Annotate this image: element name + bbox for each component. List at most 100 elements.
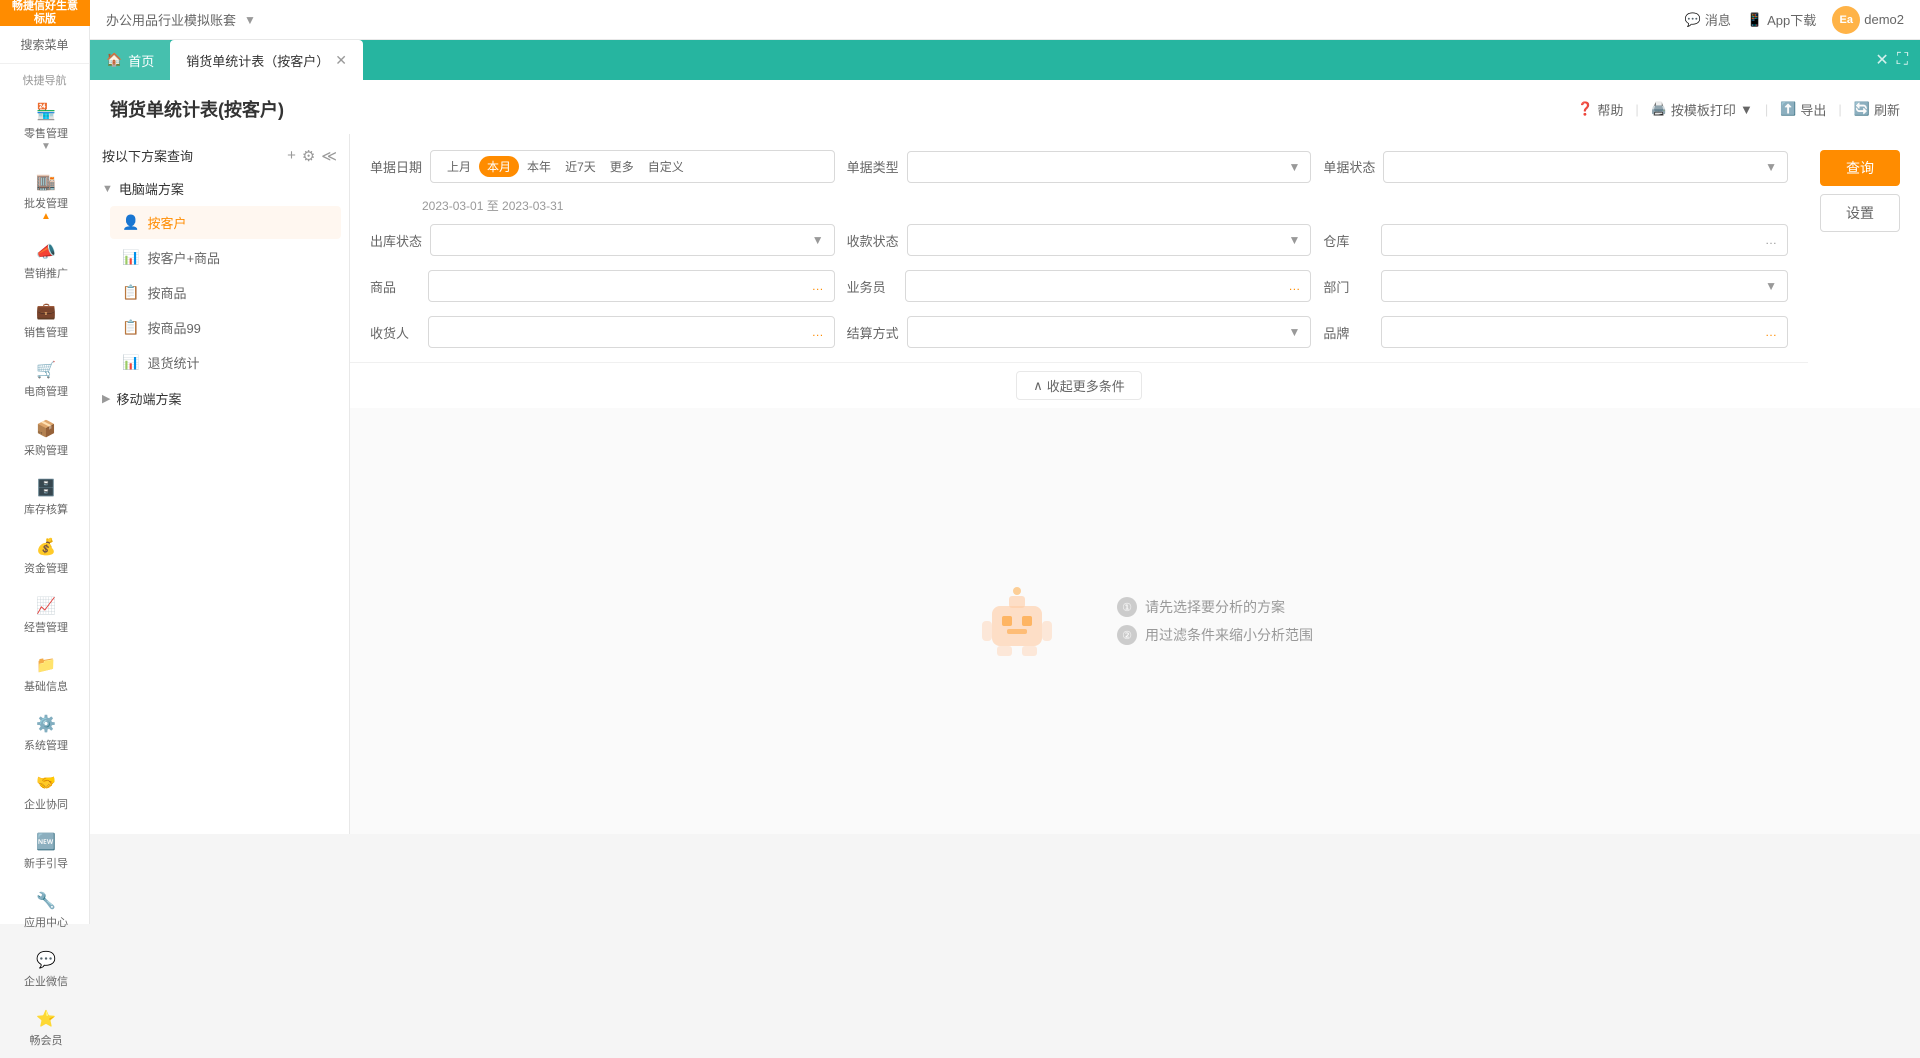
warehouse-select[interactable]: … bbox=[1381, 224, 1788, 256]
filter-staff: 业务员 … bbox=[847, 270, 1312, 302]
business-label: 经营管理 bbox=[24, 619, 68, 635]
date-tab-more[interactable]: 更多 bbox=[604, 156, 640, 177]
finance-icon: 💰 bbox=[36, 537, 56, 557]
sidebar: 畅捷信好生意 标版 搜索菜单 快捷导航 🏪 零售管理 ▼ 🏬 批发管理 ▲ 📣 … bbox=[0, 0, 90, 924]
staff-select[interactable]: … bbox=[905, 270, 1312, 302]
scheme-item-by-product-99[interactable]: 📋 按商品99 bbox=[110, 311, 341, 344]
message-action[interactable]: 💬 消息 bbox=[1685, 10, 1731, 29]
date-tab-last-month[interactable]: 上月 bbox=[441, 156, 477, 177]
filter-receiver: 收货人 … bbox=[370, 316, 835, 348]
out-status-select[interactable]: ▼ bbox=[430, 224, 835, 256]
print-btn[interactable]: 🖨️ 按模板打印 ▼ bbox=[1651, 100, 1753, 119]
scheme-mobile-group-header[interactable]: ▶ 移动端方案 bbox=[90, 383, 349, 414]
sidebar-item-sales[interactable]: 💼 销售管理 bbox=[0, 291, 89, 350]
collapse-btn[interactable]: ∧ 收起更多条件 bbox=[1016, 371, 1142, 400]
scheme-item-by-product[interactable]: 📋 按商品 bbox=[110, 276, 341, 309]
product-select[interactable]: … bbox=[428, 270, 835, 302]
sidebar-quick-nav[interactable]: 快捷导航 bbox=[0, 64, 89, 92]
sidebar-item-base[interactable]: 📁 基础信息 bbox=[0, 645, 89, 704]
right-panel: 单据日期 上月 本月 本年 近7天 更多 自定义 bbox=[350, 134, 1920, 834]
order-type-select[interactable]: ▼ bbox=[907, 151, 1312, 183]
scheme-panel-header: 按以下方案查询 + ⚙ ≪ bbox=[90, 146, 349, 173]
filter-warehouse: 仓库 … bbox=[1323, 224, 1788, 256]
sidebar-item-finance[interactable]: 💰 资金管理 bbox=[0, 527, 89, 586]
filter-order-status: 单据状态 ▼ bbox=[1323, 150, 1788, 183]
sidebar-item-purchase[interactable]: 📦 采购管理 bbox=[0, 409, 89, 468]
sidebar-item-system[interactable]: ⚙️ 系统管理 bbox=[0, 704, 89, 763]
tab-bar-maximize-btn[interactable]: ⛶ bbox=[1897, 51, 1908, 69]
tab-home[interactable]: 🏠 首页 bbox=[90, 40, 170, 80]
query-btn[interactable]: 查询 bbox=[1820, 150, 1900, 186]
scheme-item-by-customer-product[interactable]: 📊 按客户+商品 bbox=[110, 241, 341, 274]
settlement-select[interactable]: ▼ bbox=[907, 316, 1312, 348]
date-tab-last-7-days[interactable]: 近7天 bbox=[559, 156, 602, 177]
sidebar-item-business[interactable]: 📈 经营管理 bbox=[0, 586, 89, 645]
receiver-select[interactable]: … bbox=[428, 316, 835, 348]
date-tab-custom[interactable]: 自定义 bbox=[642, 156, 690, 177]
scheme-panel: 按以下方案查询 + ⚙ ≪ ▼ 电脑端方案 bbox=[90, 134, 350, 834]
tab-close-icon[interactable]: ✕ bbox=[335, 52, 347, 69]
sidebar-search[interactable]: 搜索菜单 bbox=[0, 26, 89, 64]
department-select[interactable]: ▼ bbox=[1381, 270, 1788, 302]
scheme-settings-icon[interactable]: ⚙ bbox=[302, 147, 315, 165]
by-customer-product-label: 按客户+商品 bbox=[147, 248, 220, 267]
top-header: 办公用品行业模拟账套 ▼ 💬 消息 📱 App下载 Ea demo2 bbox=[90, 0, 1920, 40]
purchase-icon: 📦 bbox=[36, 419, 56, 439]
brand-select[interactable]: … bbox=[1381, 316, 1788, 348]
refresh-btn[interactable]: 🔄 刷新 bbox=[1854, 100, 1900, 119]
sidebar-item-wechat[interactable]: 💬 企业微信 bbox=[0, 940, 89, 999]
sidebar-item-wholesale[interactable]: 🏬 批发管理 ▲ bbox=[0, 162, 89, 232]
department-arrow: ▼ bbox=[1765, 279, 1777, 293]
filter-settlement: 结算方式 ▼ bbox=[847, 316, 1312, 348]
header-dropdown-icon[interactable]: ▼ bbox=[244, 13, 256, 27]
staff-label: 业务员 bbox=[847, 277, 897, 296]
by-product-99-icon: 📋 bbox=[122, 319, 139, 336]
date-control[interactable]: 上月 本月 本年 近7天 更多 自定义 bbox=[430, 150, 835, 183]
scheme-item-return-stats[interactable]: 📊 退货统计 bbox=[110, 346, 341, 379]
sidebar-item-member[interactable]: ⭐ 畅会员 bbox=[0, 999, 89, 1058]
sidebar-item-ecommerce[interactable]: 🛒 电商管理 bbox=[0, 350, 89, 409]
sidebar-item-inventory[interactable]: 🗄️ 库存核算 bbox=[0, 468, 89, 527]
logo-area[interactable]: 畅捷信好生意 标版 bbox=[0, 0, 90, 26]
order-status-select[interactable]: ▼ bbox=[1383, 151, 1788, 183]
scheme-desktop-group-header[interactable]: ▼ 电脑端方案 bbox=[90, 173, 349, 204]
export-btn[interactable]: ⬆️ 导出 bbox=[1780, 100, 1826, 119]
print-icon: 🖨️ bbox=[1651, 101, 1667, 117]
payment-status-select[interactable]: ▼ bbox=[907, 224, 1312, 256]
settlement-arrow: ▼ bbox=[1288, 325, 1300, 339]
enterprise-icon: 🤝 bbox=[36, 773, 56, 793]
scheme-panel-title: 按以下方案查询 bbox=[102, 146, 193, 165]
help-btn[interactable]: ❓ 帮助 bbox=[1577, 100, 1623, 119]
action-divider-1: | bbox=[1635, 102, 1638, 117]
user-avatar: Ea bbox=[1832, 6, 1860, 34]
date-tab-this-year[interactable]: 本年 bbox=[521, 156, 557, 177]
member-icon: ⭐ bbox=[36, 1009, 56, 1029]
tab-bar-close-btn[interactable]: ✕ bbox=[1875, 50, 1888, 70]
user-area[interactable]: Ea demo2 bbox=[1832, 6, 1904, 34]
scheme-collapse-icon[interactable]: ≪ bbox=[321, 147, 337, 165]
sidebar-item-app-center[interactable]: 🔧 应用中心 bbox=[0, 881, 89, 940]
refresh-icon: 🔄 bbox=[1854, 101, 1870, 117]
scheme-item-by-customer[interactable]: 👤 按客户 bbox=[110, 206, 341, 239]
out-status-arrow: ▼ bbox=[812, 233, 824, 247]
date-range-text: 2023-03-01 至 2023-03-31 bbox=[422, 199, 563, 213]
sidebar-item-retail[interactable]: 🏪 零售管理 ▼ bbox=[0, 92, 89, 162]
newbie-label: 新手引导 bbox=[24, 855, 68, 871]
empty-state-area: ① 请先选择要分析的方案 ② 用过滤条件来缩小分析范围 bbox=[350, 408, 1920, 834]
scheme-mobile-group: ▶ 移动端方案 bbox=[90, 383, 349, 414]
message-icon: 💬 bbox=[1685, 12, 1701, 28]
sidebar-item-marketing[interactable]: 📣 营销推广 bbox=[0, 232, 89, 291]
tab-sales-stat[interactable]: 销货单统计表（按客户） ✕ bbox=[170, 40, 363, 80]
enterprise-label: 企业协同 bbox=[24, 796, 68, 812]
return-stats-icon: 📊 bbox=[122, 354, 139, 371]
download-icon: 📱 bbox=[1747, 12, 1763, 28]
sidebar-item-enterprise[interactable]: 🤝 企业协同 bbox=[0, 763, 89, 822]
base-label: 基础信息 bbox=[24, 678, 68, 694]
warehouse-label: 仓库 bbox=[1323, 231, 1373, 250]
scheme-add-icon[interactable]: + bbox=[287, 147, 296, 164]
retail-icon: 🏪 bbox=[36, 102, 56, 122]
app-download-action[interactable]: 📱 App下载 bbox=[1747, 10, 1816, 29]
settings-btn[interactable]: 设置 bbox=[1820, 194, 1900, 232]
date-tab-this-month[interactable]: 本月 bbox=[479, 156, 519, 177]
sidebar-item-newbie[interactable]: 🆕 新手引导 bbox=[0, 822, 89, 881]
